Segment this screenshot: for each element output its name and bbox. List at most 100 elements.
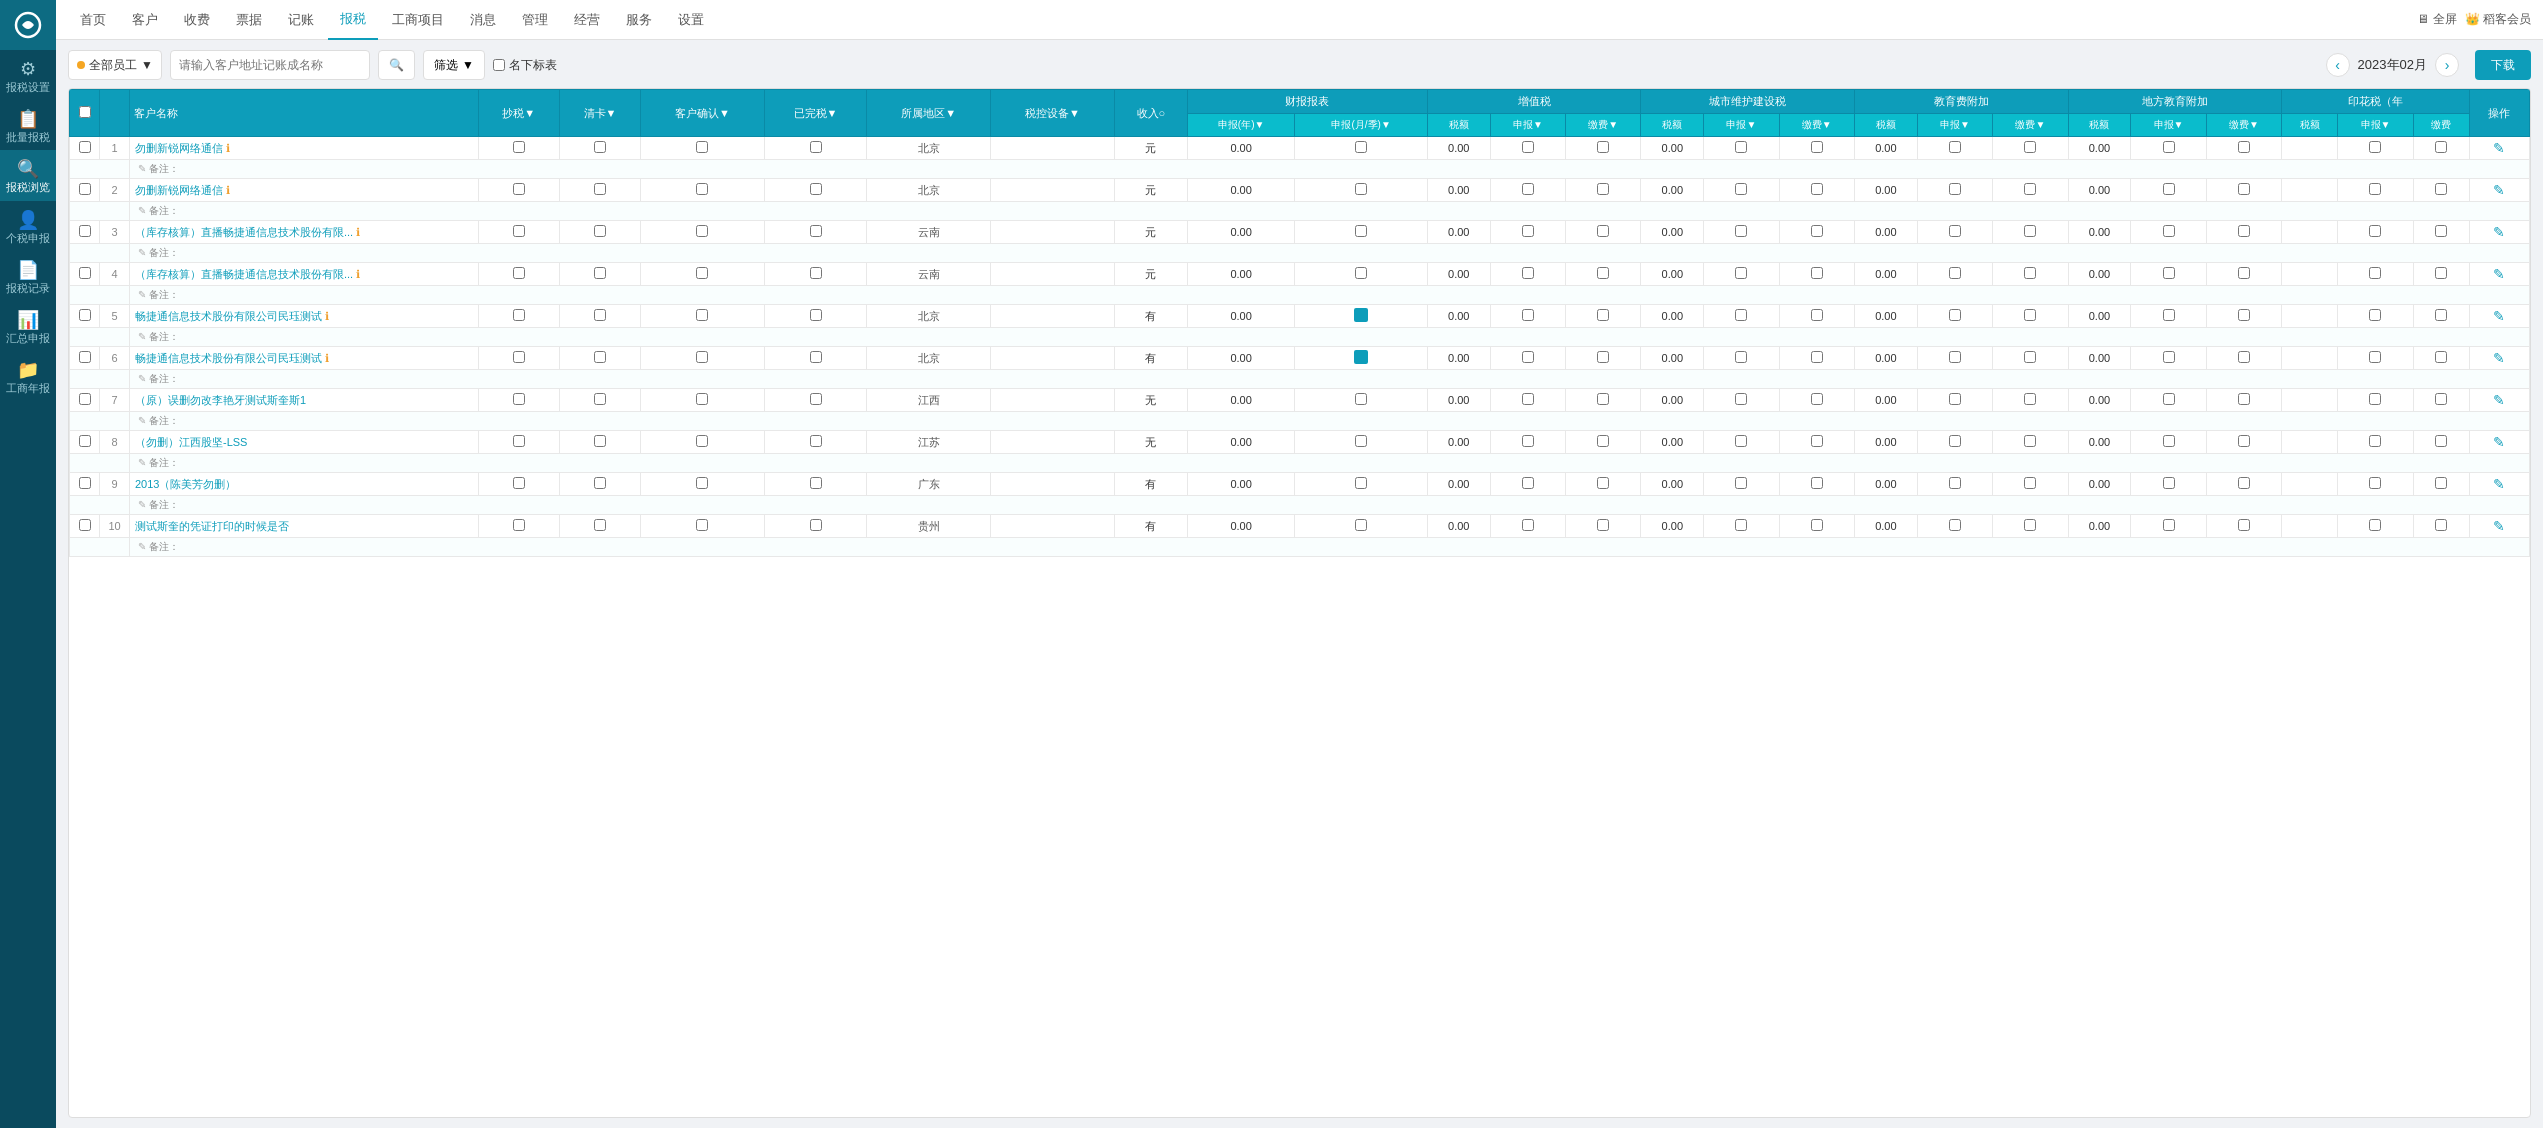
difang-jiao-cell[interactable] [2206, 515, 2281, 538]
customer-name[interactable]: 勿删新锐网络通信 ℹ [130, 137, 479, 160]
yiwanshu-cell[interactable] [764, 263, 866, 286]
chaoshu-cell[interactable] [478, 221, 559, 244]
row-checkbox[interactable] [79, 183, 91, 195]
note-cell[interactable]: ✎ 备注： [130, 202, 2530, 221]
row-select[interactable] [70, 305, 100, 328]
yinhua-jiao-cell[interactable] [2413, 431, 2469, 454]
kehuqueren-check[interactable] [696, 519, 708, 531]
jiaoyu-jiao-check[interactable] [2024, 309, 2036, 321]
difang-shen-cell[interactable] [2131, 431, 2206, 454]
action-cell[interactable]: ✎ [2469, 137, 2529, 160]
zengzhi-jiao-cell[interactable] [1566, 221, 1641, 244]
yiwanshu-check[interactable] [810, 351, 822, 363]
zengzhi-shen-cell[interactable] [1490, 305, 1565, 328]
row-select[interactable] [70, 473, 100, 496]
difang-jiao-check[interactable] [2238, 225, 2250, 237]
qingka-check[interactable] [594, 225, 606, 237]
chaoshu-cell[interactable] [478, 179, 559, 202]
warning-icon[interactable]: ℹ [226, 184, 230, 196]
jiaoyu-jiao-cell[interactable] [1993, 179, 2068, 202]
employee-filter[interactable]: 全部员工 ▼ [68, 50, 162, 80]
difang-jiao-cell[interactable] [2206, 263, 2281, 286]
chengshi-shen-cell[interactable] [1704, 137, 1779, 160]
jiaoyu-shen-cell[interactable] [1917, 389, 1992, 412]
customer-name[interactable]: （库存核算）直播畅捷通信息技术股份有限... ℹ [130, 263, 479, 286]
nav-shoufei[interactable]: 收费 [172, 0, 222, 40]
jiaoyu-jiao-cell[interactable] [1993, 305, 2068, 328]
action-cell[interactable]: ✎ [2469, 305, 2529, 328]
zengzhi-shen-check[interactable] [1522, 477, 1534, 489]
row-select[interactable] [70, 263, 100, 286]
customer-name[interactable]: （原）误删勿改李艳牙测试斯奎斯1 [130, 389, 479, 412]
chengshi-shen-cell[interactable] [1704, 431, 1779, 454]
yiwanshu-cell[interactable] [764, 431, 866, 454]
action-cell[interactable]: ✎ [2469, 473, 2529, 496]
member-btn[interactable]: 👑 稻客会员 [2465, 11, 2531, 28]
chaoshu-cell[interactable] [478, 515, 559, 538]
yiwanshu-cell[interactable] [764, 473, 866, 496]
jiaoyu-jiao-cell[interactable] [1993, 515, 2068, 538]
yinhua-shen-check[interactable] [2369, 351, 2381, 363]
zengzhi-jiao-check[interactable] [1597, 519, 1609, 531]
difang-shen-check[interactable] [2163, 477, 2175, 489]
zengzhi-jiao-cell[interactable] [1566, 305, 1641, 328]
edit-icon[interactable]: ✎ [2493, 140, 2505, 156]
kehuqueren-cell[interactable] [641, 515, 765, 538]
kehuqueren-check[interactable] [696, 267, 708, 279]
yinhua-shen-check[interactable] [2369, 435, 2381, 447]
jiaoyu-shen-check[interactable] [1949, 477, 1961, 489]
note-cell[interactable]: ✎ 备注： [130, 328, 2530, 347]
caibao-yue-cell[interactable] [1295, 179, 1427, 202]
qingka-cell[interactable] [559, 515, 640, 538]
difang-shen-check[interactable] [2163, 225, 2175, 237]
action-cell[interactable]: ✎ [2469, 347, 2529, 370]
yinhua-jiao-cell[interactable] [2413, 515, 2469, 538]
row-select[interactable] [70, 137, 100, 160]
qingka-check[interactable] [594, 267, 606, 279]
qingka-cell[interactable] [559, 431, 640, 454]
name-list-check[interactable] [493, 59, 505, 71]
zengzhi-shen-check[interactable] [1522, 393, 1534, 405]
kehuqueren-check[interactable] [696, 309, 708, 321]
qingka-cell[interactable] [559, 347, 640, 370]
row-checkbox[interactable] [79, 351, 91, 363]
yinhua-shen-cell[interactable] [2338, 515, 2413, 538]
yiwanshu-check[interactable] [810, 519, 822, 531]
zengzhi-jiao-cell[interactable] [1566, 137, 1641, 160]
action-cell[interactable]: ✎ [2469, 221, 2529, 244]
yiwanshu-cell[interactable] [764, 347, 866, 370]
yinhua-shen-cell[interactable] [2338, 263, 2413, 286]
chaoshu-check[interactable] [513, 351, 525, 363]
note-cell[interactable]: ✎ 备注： [130, 160, 2530, 179]
yinhua-shen-cell[interactable] [2338, 305, 2413, 328]
jiaoyu-shen-cell[interactable] [1917, 221, 1992, 244]
zengzhi-shen-check[interactable] [1522, 267, 1534, 279]
difang-shen-check[interactable] [2163, 309, 2175, 321]
nav-shezhi[interactable]: 设置 [666, 0, 716, 40]
yinhua-jiao-check[interactable] [2435, 183, 2447, 195]
difang-shen-check[interactable] [2163, 267, 2175, 279]
kehuqueren-check[interactable] [696, 141, 708, 153]
difang-jiao-check[interactable] [2238, 183, 2250, 195]
chengshi-shen-cell[interactable] [1704, 305, 1779, 328]
customer-name[interactable]: 畅捷通信息技术股份有限公司民珏测试 ℹ [130, 305, 479, 328]
difang-jiao-check[interactable] [2238, 519, 2250, 531]
zengzhi-shen-cell[interactable] [1490, 431, 1565, 454]
zengzhi-shen-check[interactable] [1522, 351, 1534, 363]
zengzhi-jiao-cell[interactable] [1566, 179, 1641, 202]
difang-shen-cell[interactable] [2131, 473, 2206, 496]
yinhua-jiao-check[interactable] [2435, 519, 2447, 531]
chengshi-jiao-cell[interactable] [1779, 137, 1854, 160]
chengshi-jiao-cell[interactable] [1779, 389, 1854, 412]
note-cell[interactable]: ✎ 备注： [130, 496, 2530, 515]
qingka-cell[interactable] [559, 473, 640, 496]
jiaoyu-shen-check[interactable] [1949, 435, 1961, 447]
jiaoyu-shen-cell[interactable] [1917, 347, 1992, 370]
edit-icon[interactable]: ✎ [2493, 434, 2505, 450]
yiwanshu-cell[interactable] [764, 305, 866, 328]
zengzhi-shen-cell[interactable] [1490, 263, 1565, 286]
chaoshu-check[interactable] [513, 183, 525, 195]
nav-kehu[interactable]: 客户 [120, 0, 170, 40]
difang-shen-check[interactable] [2163, 183, 2175, 195]
customer-name[interactable]: （库存核算）直播畅捷通信息技术股份有限... ℹ [130, 221, 479, 244]
